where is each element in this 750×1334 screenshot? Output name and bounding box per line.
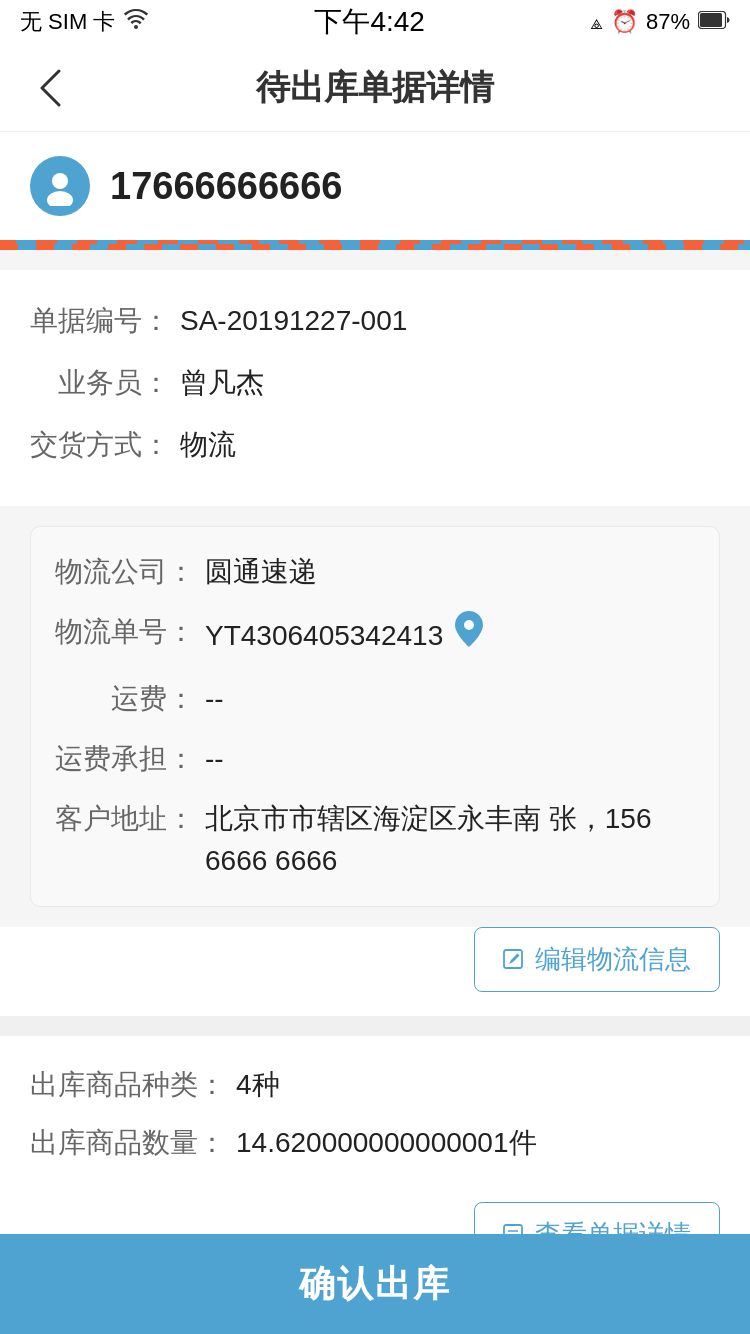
battery-icon xyxy=(698,9,730,35)
edit-logistics-button[interactable]: 编辑物流信息 xyxy=(474,927,720,992)
order-no-value: SA-20191227-001 xyxy=(180,300,720,342)
dashed-divider xyxy=(0,244,750,250)
goods-types-label: 出库商品种类： xyxy=(30,1066,226,1104)
edit-icon xyxy=(503,949,525,971)
location-active-icon: ⟁ xyxy=(590,9,603,35)
customer-header: 17666666666 xyxy=(0,132,750,244)
svg-point-2 xyxy=(52,173,68,189)
order-no-label: 单据编号： xyxy=(30,300,170,342)
alarm-icon: ⏰ xyxy=(611,9,638,35)
logistics-address-row: 客户地址： 北京市市辖区海淀区永丰南 张，156 6666 6666 xyxy=(55,798,695,882)
logistics-company-row: 物流公司： 圆通速递 xyxy=(55,551,695,593)
salesman-label: 业务员： xyxy=(30,362,170,404)
nav-bar: 待出库单据详情 xyxy=(0,44,750,132)
map-pin-icon[interactable] xyxy=(455,611,483,660)
logistics-company-value: 圆通速递 xyxy=(205,551,695,593)
goods-section: 出库商品种类： 4种 出库商品数量： 14.620000000000001件 xyxy=(0,1036,750,1202)
logistics-card: 物流公司： 圆通速递 物流单号： YT4306405342413 运费： -- … xyxy=(30,526,720,907)
logistics-freight-bear-value: -- xyxy=(205,738,695,780)
confirm-button-label: 确认出库 xyxy=(299,1260,451,1309)
logistics-tracking-value: YT4306405342413 xyxy=(205,611,695,660)
salesman-value: 曾凡杰 xyxy=(180,362,720,404)
status-right: ⟁ ⏰ 87% xyxy=(590,9,730,35)
status-left: 无 SIM 卡 xyxy=(20,7,149,37)
svg-rect-1 xyxy=(700,13,722,27)
edit-logistics-label: 编辑物流信息 xyxy=(535,942,691,977)
back-button[interactable] xyxy=(20,58,80,118)
goods-types-value: 4种 xyxy=(236,1066,280,1104)
order-no-row: 单据编号： SA-20191227-001 xyxy=(30,300,720,342)
logistics-freight-value: -- xyxy=(205,678,695,720)
time-display: 下午4:42 xyxy=(314,3,425,41)
delivery-value: 物流 xyxy=(180,424,720,466)
edit-logistics-area: 编辑物流信息 xyxy=(0,927,750,1016)
goods-quantity-value: 14.620000000000001件 xyxy=(236,1124,537,1162)
logistics-address-label: 客户地址： xyxy=(55,798,195,840)
delivery-label: 交货方式： xyxy=(30,424,170,466)
goods-types-row: 出库商品种类： 4种 xyxy=(30,1066,720,1104)
logistics-freight-label: 运费： xyxy=(55,678,195,720)
salesman-row: 业务员： 曾凡杰 xyxy=(30,362,720,404)
status-bar: 无 SIM 卡 下午4:42 ⟁ ⏰ 87% xyxy=(0,0,750,44)
goods-quantity-row: 出库商品数量： 14.620000000000001件 xyxy=(30,1124,720,1162)
wifi-icon xyxy=(123,9,149,35)
delivery-row: 交货方式： 物流 xyxy=(30,424,720,466)
svg-point-3 xyxy=(47,191,73,206)
logistics-freight-row: 运费： -- xyxy=(55,678,695,720)
section-divider xyxy=(0,1016,750,1036)
order-info-section: 单据编号： SA-20191227-001 业务员： 曾凡杰 交货方式： 物流 xyxy=(0,270,750,506)
avatar xyxy=(30,156,90,216)
logistics-company-label: 物流公司： xyxy=(55,551,195,593)
confirm-button[interactable]: 确认出库 xyxy=(0,1234,750,1334)
battery-text: 87% xyxy=(646,9,690,35)
goods-quantity-label: 出库商品数量： xyxy=(30,1124,226,1162)
logistics-tracking-row: 物流单号： YT4306405342413 xyxy=(55,611,695,660)
logistics-address-value: 北京市市辖区海淀区永丰南 张，156 6666 6666 xyxy=(205,798,695,882)
logistics-tracking-label: 物流单号： xyxy=(55,611,195,653)
logistics-freight-bear-row: 运费承担： -- xyxy=(55,738,695,780)
page-title: 待出库单据详情 xyxy=(256,65,494,111)
carrier-text: 无 SIM 卡 xyxy=(20,7,115,37)
logistics-freight-bear-label: 运费承担： xyxy=(55,738,195,780)
customer-phone: 17666666666 xyxy=(110,165,342,208)
